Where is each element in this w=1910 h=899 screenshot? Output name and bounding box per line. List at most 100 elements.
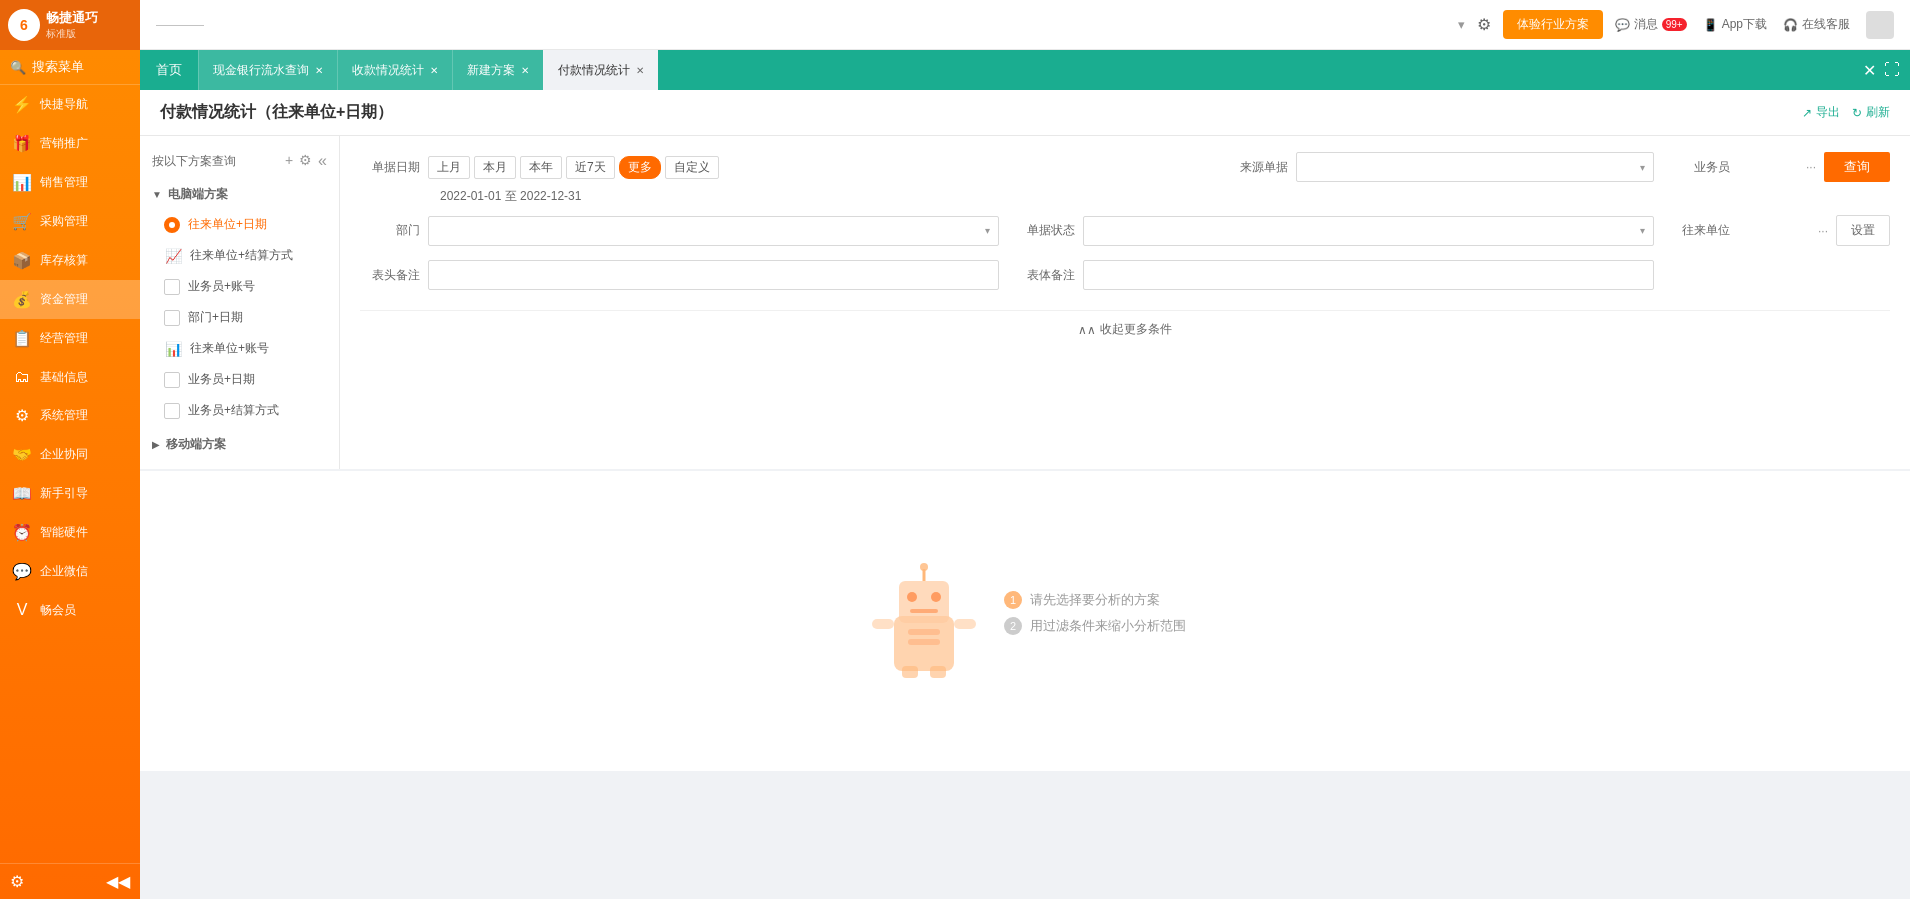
- header-settings-icon[interactable]: ⚙: [1477, 15, 1491, 34]
- sidebar-item-inventory[interactable]: 📦 库存核算: [0, 241, 140, 280]
- export-icon: ↗: [1802, 106, 1812, 120]
- mobile-scheme-group-header[interactable]: ▶ 移动端方案: [140, 430, 339, 459]
- empty-robot-illustration: [864, 561, 964, 661]
- source-voucher-col: 来源单据 ▾: [1228, 152, 1654, 182]
- date-btn-this-month[interactable]: 本月: [474, 156, 516, 179]
- bar-icon: 📊: [164, 341, 182, 357]
- tab-new-scheme-close[interactable]: ✕: [521, 65, 529, 76]
- scheme-item-staff-date[interactable]: 业务员+日期: [140, 364, 339, 395]
- date-range-display: 2022-01-01 至 2022-12-31: [440, 188, 581, 205]
- sidebar-item-hardware[interactable]: ⏰ 智能硬件: [0, 513, 140, 552]
- date-btn-last-month[interactable]: 上月: [428, 156, 470, 179]
- filter-row-2: 部门 ▾ 单据状态 ▾ 往来单位: [360, 215, 1890, 246]
- sidebar-item-sales[interactable]: 📊 销售管理: [0, 163, 140, 202]
- app-subtitle: 标准版: [46, 27, 98, 41]
- user-avatar[interactable]: [1866, 11, 1894, 39]
- scheme-collapse-icon[interactable]: «: [318, 152, 327, 170]
- svg-rect-9: [902, 666, 918, 678]
- tab-new-scheme[interactable]: 新建方案 ✕: [452, 50, 543, 90]
- header-dropdown-icon[interactable]: ▾: [1458, 17, 1465, 32]
- collapse-more-button[interactable]: ∧∧ 收起更多条件: [360, 310, 1890, 348]
- sidebar-item-guide[interactable]: 📖 新手引导: [0, 474, 140, 513]
- settings-button[interactable]: 设置: [1836, 215, 1890, 246]
- scheme-item-staff-settle[interactable]: 业务员+结算方式: [140, 395, 339, 426]
- sidebar-item-operations[interactable]: 📋 经营管理: [0, 319, 140, 358]
- sidebar-item-marketing[interactable]: 🎁 营销推广: [0, 124, 140, 163]
- body-remark-input[interactable]: [1083, 260, 1654, 290]
- scheme-radio-partner-date: [164, 217, 180, 233]
- scheme-box-staff-account: [164, 279, 180, 295]
- tab-collection-stats[interactable]: 收款情况统计 ✕: [337, 50, 452, 90]
- date-btn-custom[interactable]: 自定义: [665, 156, 719, 179]
- search-icon: 🔍: [10, 60, 26, 75]
- collapse-icon: ∧∧: [1078, 323, 1096, 337]
- header-remark-input[interactable]: [428, 260, 999, 290]
- header-remark-col: 表头备注: [360, 260, 999, 290]
- footer-settings-icon[interactable]: ⚙: [10, 872, 24, 891]
- quick-nav-icon: ⚡: [12, 95, 32, 114]
- search-menu[interactable]: 🔍 搜索菜单: [0, 50, 140, 85]
- sidebar-item-wechat[interactable]: 💬 企业微信: [0, 552, 140, 591]
- page-title: 付款情况统计（往来单位+日期）: [160, 102, 393, 123]
- tab-payment-stats[interactable]: 付款情况统计 ✕: [543, 50, 658, 90]
- source-voucher-select[interactable]: ▾: [1296, 152, 1654, 182]
- tab-cash-flow-close[interactable]: ✕: [315, 65, 323, 76]
- date-buttons: 上月 本月 本年 近7天 更多 自定义: [428, 156, 719, 179]
- tab-maximize-icon[interactable]: ⛶: [1884, 61, 1900, 79]
- operations-icon: 📋: [12, 329, 32, 348]
- desktop-scheme-group-header[interactable]: ▼ 电脑端方案: [140, 180, 339, 209]
- date-btn-more[interactable]: 更多: [619, 156, 661, 179]
- tab-home[interactable]: 首页: [140, 50, 198, 90]
- scheme-add-icon[interactable]: +: [285, 152, 293, 170]
- scheme-item-partner-date[interactable]: 往来单位+日期: [140, 209, 339, 240]
- top-header: ———— ▾ ⚙ 体验行业方案 💬 消息 99+ 📱 App下载 🎧 在线客服: [140, 0, 1910, 50]
- sidebar-item-basic-info[interactable]: 🗂 基础信息: [0, 358, 140, 396]
- scheme-settings-icon[interactable]: ⚙: [299, 152, 312, 170]
- robot-svg: [864, 561, 984, 681]
- refresh-button[interactable]: ↻ 刷新: [1852, 104, 1890, 121]
- date-btn-7days[interactable]: 近7天: [566, 156, 615, 179]
- sidebar-item-system[interactable]: ⚙ 系统管理: [0, 396, 140, 435]
- refresh-icon: ↻: [1852, 106, 1862, 120]
- scheme-item-staff-account[interactable]: 业务员+账号: [140, 271, 339, 302]
- tab-bar: 首页 现金银行流水查询 ✕ 收款情况统计 ✕ 新建方案 ✕ 付款情况统计 ✕ ✕…: [140, 50, 1910, 90]
- system-icon: ⚙: [12, 406, 32, 425]
- scheme-item-dept-date[interactable]: 部门+日期: [140, 302, 339, 333]
- online-service-button[interactable]: 🎧 在线客服: [1783, 16, 1850, 33]
- date-btn-this-year[interactable]: 本年: [520, 156, 562, 179]
- app-download-button[interactable]: 📱 App下载: [1703, 16, 1767, 33]
- phone-icon: 📱: [1703, 18, 1718, 32]
- query-button[interactable]: 查询: [1824, 152, 1890, 182]
- tab-collection-stats-close[interactable]: ✕: [430, 65, 438, 76]
- page-header-actions: ↗ 导出 ↻ 刷新: [1802, 104, 1890, 121]
- tab-cash-flow[interactable]: 现金银行流水查询 ✕: [198, 50, 337, 90]
- svg-point-2: [907, 592, 917, 602]
- voucher-status-select[interactable]: ▾: [1083, 216, 1654, 246]
- tab-payment-stats-close[interactable]: ✕: [636, 65, 644, 76]
- trial-button[interactable]: 体验行业方案: [1503, 10, 1603, 39]
- page-header: 付款情况统计（往来单位+日期） ↗ 导出 ↻ 刷新: [140, 90, 1910, 136]
- source-voucher-label: 来源单据: [1228, 159, 1288, 176]
- sidebar-item-cooperation[interactable]: 🤝 企业协同: [0, 435, 140, 474]
- scheme-item-partner-account[interactable]: 📊 往来单位+账号: [140, 333, 339, 364]
- department-select[interactable]: ▾: [428, 216, 999, 246]
- sidebar-item-vip[interactable]: V 畅会员: [0, 591, 140, 629]
- tab-bar-actions: ✕ ⛶: [1853, 61, 1910, 80]
- sidebar-item-purchase[interactable]: 🛒 采购管理: [0, 202, 140, 241]
- sidebar-logo: 6: [8, 9, 40, 41]
- svg-point-6: [920, 563, 928, 571]
- partner-label: 往来单位: [1670, 222, 1730, 239]
- tab-close-all-icon[interactable]: ✕: [1863, 61, 1876, 80]
- scheme-item-partner-settle[interactable]: 📈 往来单位+结算方式: [140, 240, 339, 271]
- desktop-group-arrow: ▼: [152, 189, 162, 200]
- notifications-button[interactable]: 💬 消息 99+: [1615, 16, 1687, 33]
- funds-icon: 💰: [12, 290, 32, 309]
- staff-col: 业务员 ··· 查询: [1670, 152, 1890, 182]
- sidebar-item-quick-nav[interactable]: ⚡ 快捷导航: [0, 85, 140, 124]
- export-button[interactable]: ↗ 导出: [1802, 104, 1840, 121]
- scheme-box-staff-date: [164, 372, 180, 388]
- purchase-icon: 🛒: [12, 212, 32, 231]
- filter-container: 按以下方案查询 + ⚙ « ▼ 电脑端方案 往来单位+日期: [140, 136, 1910, 469]
- footer-collapse-icon[interactable]: ◀◀: [106, 872, 130, 891]
- sidebar-item-funds[interactable]: 💰 资金管理: [0, 280, 140, 319]
